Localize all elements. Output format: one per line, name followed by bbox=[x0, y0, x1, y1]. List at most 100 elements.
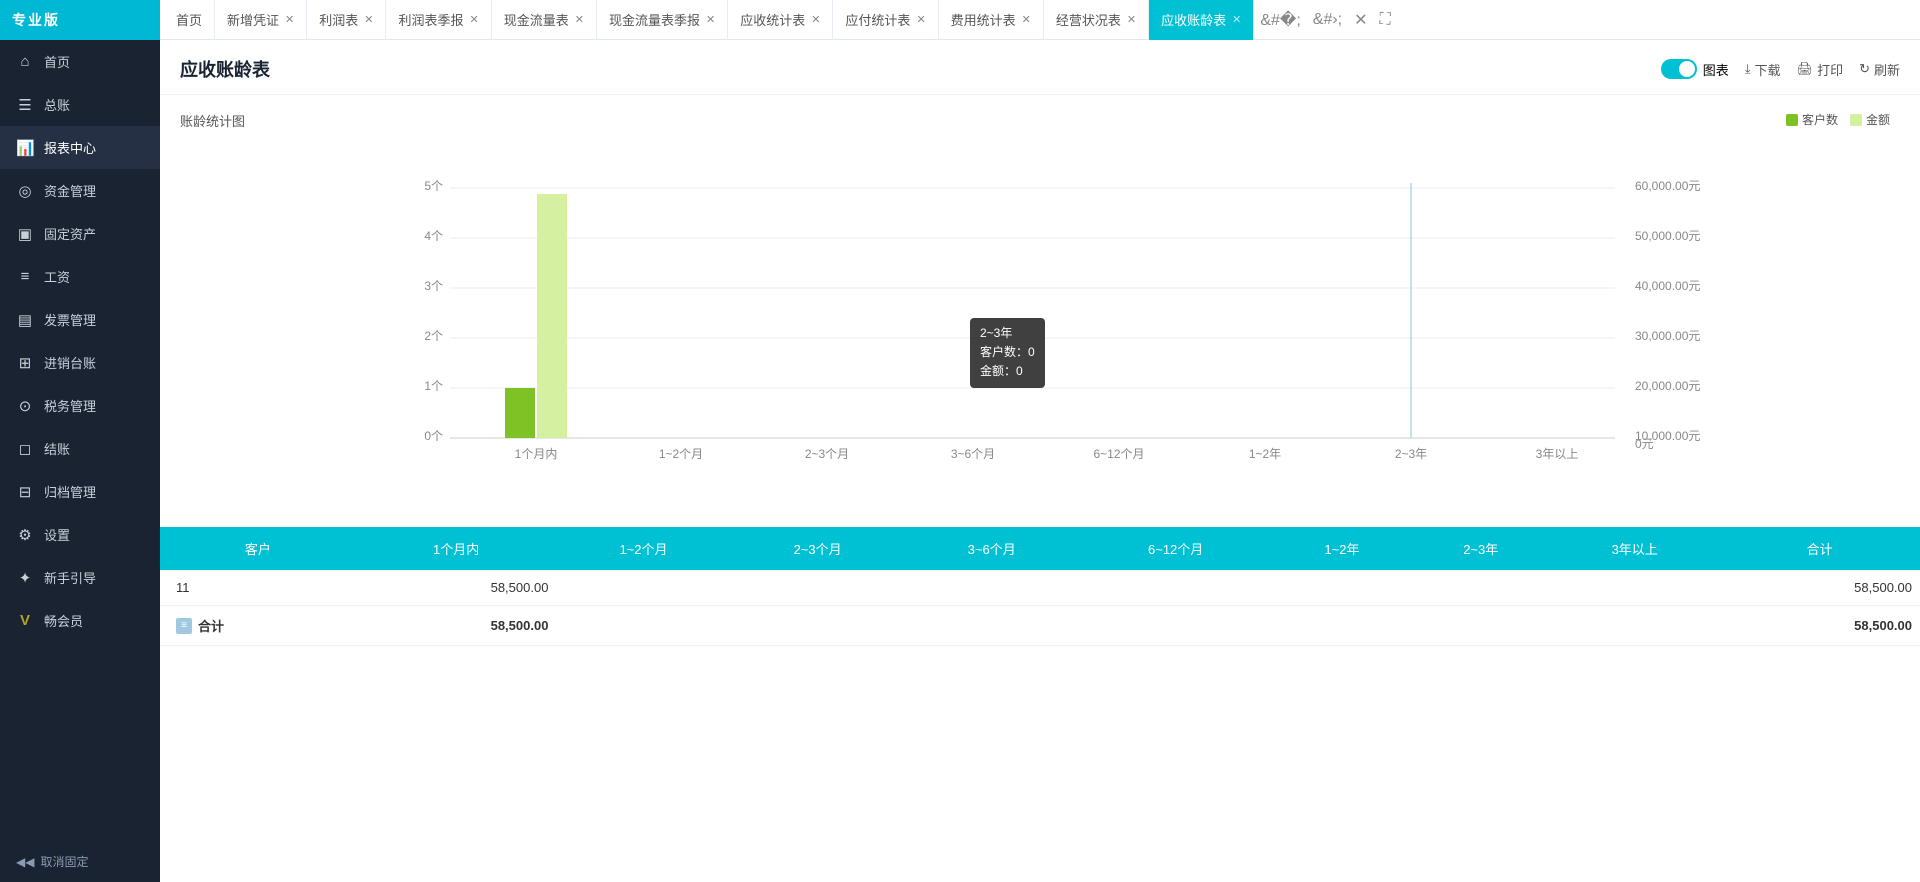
header-actions: 图表 ⤓ 下载 🖨 打印 ↻ 刷新 bbox=[1661, 59, 1900, 79]
svg-text:0元: 0元 bbox=[1635, 437, 1654, 451]
svg-text:1~2个月: 1~2个月 bbox=[659, 447, 703, 461]
total-icon: ≡ bbox=[176, 618, 192, 634]
cell-total: 58,500.00 bbox=[1719, 570, 1920, 606]
guide-icon: ✦ bbox=[16, 569, 34, 587]
total-month1: 58,500.00 bbox=[356, 606, 557, 646]
sidebar-item-archive[interactable]: ⊟ 归档管理 bbox=[0, 470, 160, 513]
svg-text:60,000.00元: 60,000.00元 bbox=[1635, 179, 1700, 193]
sidebar-item-home-label: 首页 bbox=[44, 52, 70, 71]
tab-cashflow-quarterly-close[interactable]: ✕ bbox=[706, 13, 715, 26]
sidebar-item-reports[interactable]: 📊 报表中心 bbox=[0, 126, 160, 169]
sidebar-item-inventory[interactable]: ⊞ 进销台账 bbox=[0, 341, 160, 384]
total-year3plus bbox=[1550, 606, 1719, 646]
tab-home[interactable]: 首页 bbox=[164, 0, 215, 40]
logo: 专业版 bbox=[0, 0, 160, 40]
funds-icon: ◎ bbox=[16, 182, 34, 200]
tab-receivable-stat-close[interactable]: ✕ bbox=[811, 13, 820, 26]
refresh-label: 刷新 bbox=[1874, 60, 1900, 79]
tab-bar: 首页 新增凭证 ✕ 利润表 ✕ 利润表季报 ✕ 现金流量表 ✕ 现金流量表季报 … bbox=[160, 0, 1920, 40]
sidebar: 专业版 ⌂ 首页 ☰ 总账 📊 报表中心 ◎ 资金管理 ▣ 固定资产 ≡ 工资 … bbox=[0, 0, 160, 882]
refresh-icon: ↻ bbox=[1859, 61, 1870, 77]
pin-icon: ◀◀ bbox=[16, 855, 34, 869]
tab-cashflow[interactable]: 现金流量表 ✕ bbox=[492, 0, 597, 40]
tab-profit-quarterly[interactable]: 利润表季报 ✕ bbox=[386, 0, 491, 40]
tab-expense-stat[interactable]: 费用统计表 ✕ bbox=[939, 0, 1044, 40]
tab-close-all-button[interactable]: ✕ bbox=[1348, 0, 1373, 40]
cell-month6-12 bbox=[1079, 570, 1273, 606]
refresh-button[interactable]: ↻ 刷新 bbox=[1859, 60, 1900, 79]
tab-prev-button[interactable]: &#�; bbox=[1254, 0, 1306, 40]
tab-profit-quarterly-close[interactable]: ✕ bbox=[470, 13, 479, 26]
sidebar-item-invoice-label: 发票管理 bbox=[44, 310, 96, 329]
closing-icon: ◻ bbox=[16, 440, 34, 458]
col-year3plus: 3年以上 bbox=[1550, 527, 1719, 570]
total-month2-3 bbox=[731, 606, 905, 646]
page-title: 应收账龄表 bbox=[180, 56, 270, 82]
sidebar-item-invoice[interactable]: ▤ 发票管理 bbox=[0, 298, 160, 341]
sidebar-item-vip[interactable]: V 畅会员 bbox=[0, 599, 160, 642]
chart-legend: 客户数 金额 bbox=[1786, 111, 1890, 128]
tab-business-stat-close[interactable]: ✕ bbox=[1127, 13, 1136, 26]
tab-cashflow-quarterly-label: 现金流量表季报 bbox=[609, 10, 700, 29]
cell-year3plus bbox=[1550, 570, 1719, 606]
legend-amount-dot bbox=[1850, 114, 1862, 126]
sidebar-item-home[interactable]: ⌂ 首页 bbox=[0, 40, 160, 83]
content-panel: 应收账龄表 图表 ⤓ 下载 🖨 打印 ↻ bbox=[160, 40, 1920, 882]
print-button[interactable]: 🖨 打印 bbox=[1797, 60, 1844, 79]
tab-aging[interactable]: 应收账龄表 ✕ bbox=[1149, 0, 1254, 40]
tax-icon: ⊙ bbox=[16, 397, 34, 415]
assets-icon: ▣ bbox=[16, 225, 34, 243]
tab-maximize-button[interactable]: ⛶ bbox=[1374, 0, 1397, 40]
inventory-icon: ⊞ bbox=[16, 354, 34, 372]
cell-month2-3 bbox=[731, 570, 905, 606]
tab-next-button[interactable]: &#›; bbox=[1307, 0, 1348, 40]
svg-text:1~2年: 1~2年 bbox=[1249, 447, 1281, 461]
sidebar-item-ledger[interactable]: ☰ 总账 bbox=[0, 83, 160, 126]
archive-icon: ⊟ bbox=[16, 483, 34, 501]
tab-business-stat[interactable]: 经营状况表 ✕ bbox=[1044, 0, 1149, 40]
svg-text:2~3个月: 2~3个月 bbox=[805, 447, 849, 461]
tab-voucher[interactable]: 新增凭证 ✕ bbox=[215, 0, 307, 40]
total-label-wrap: ≡ 合计 bbox=[176, 616, 348, 635]
tab-expense-stat-close[interactable]: ✕ bbox=[1022, 13, 1031, 26]
sidebar-item-closing[interactable]: ◻ 结账 bbox=[0, 427, 160, 470]
sidebar-item-settings[interactable]: ⚙ 设置 bbox=[0, 513, 160, 556]
sidebar-item-assets[interactable]: ▣ 固定资产 bbox=[0, 212, 160, 255]
chart-toggle[interactable] bbox=[1661, 59, 1697, 79]
tab-profit-quarterly-label: 利润表季报 bbox=[398, 10, 463, 29]
svg-text:30,000.00元: 30,000.00元 bbox=[1635, 329, 1700, 343]
svg-text:3年以上: 3年以上 bbox=[1536, 447, 1579, 461]
legend-customers-dot bbox=[1786, 114, 1798, 126]
sidebar-item-guide[interactable]: ✦ 新手引导 bbox=[0, 556, 160, 599]
svg-text:50,000.00元: 50,000.00元 bbox=[1635, 229, 1700, 243]
settings-icon: ⚙ bbox=[16, 526, 34, 544]
col-total: 合计 bbox=[1719, 527, 1920, 570]
total-month3-6 bbox=[905, 606, 1079, 646]
sidebar-item-funds[interactable]: ◎ 资金管理 bbox=[0, 169, 160, 212]
tab-home-label: 首页 bbox=[176, 10, 202, 29]
svg-text:2~3年: 2~3年 bbox=[1395, 447, 1427, 461]
sidebar-item-guide-label: 新手引导 bbox=[44, 568, 96, 587]
vip-icon: V bbox=[16, 612, 34, 629]
sidebar-item-tax[interactable]: ⊙ 税务管理 bbox=[0, 384, 160, 427]
tab-profit-label: 利润表 bbox=[319, 10, 358, 29]
download-button[interactable]: ⤓ 下载 bbox=[1745, 60, 1781, 79]
svg-text:6~12个月: 6~12个月 bbox=[1093, 447, 1144, 461]
tab-cashflow-label: 现金流量表 bbox=[504, 10, 569, 29]
svg-text:0个: 0个 bbox=[424, 429, 443, 443]
sidebar-item-payroll[interactable]: ≡ 工资 bbox=[0, 255, 160, 298]
total-row: ≡ 合计 58,500.00 58 bbox=[160, 606, 1920, 646]
tab-profit[interactable]: 利润表 ✕ bbox=[307, 0, 386, 40]
tab-aging-close[interactable]: ✕ bbox=[1232, 13, 1241, 26]
sidebar-item-assets-label: 固定资产 bbox=[44, 224, 96, 243]
sidebar-item-ledger-label: 总账 bbox=[44, 95, 70, 114]
cell-year1-2 bbox=[1273, 570, 1412, 606]
tab-voucher-close[interactable]: ✕ bbox=[285, 13, 294, 26]
tab-payable-stat-close[interactable]: ✕ bbox=[916, 13, 925, 26]
tab-payable-stat[interactable]: 应付统计表 ✕ bbox=[833, 0, 938, 40]
sidebar-pin-button[interactable]: ◀◀ 取消固定 bbox=[0, 841, 160, 882]
tab-profit-close[interactable]: ✕ bbox=[364, 13, 373, 26]
tab-cashflow-close[interactable]: ✕ bbox=[575, 13, 584, 26]
tab-receivable-stat[interactable]: 应收统计表 ✕ bbox=[728, 0, 833, 40]
tab-cashflow-quarterly[interactable]: 现金流量表季报 ✕ bbox=[597, 0, 728, 40]
